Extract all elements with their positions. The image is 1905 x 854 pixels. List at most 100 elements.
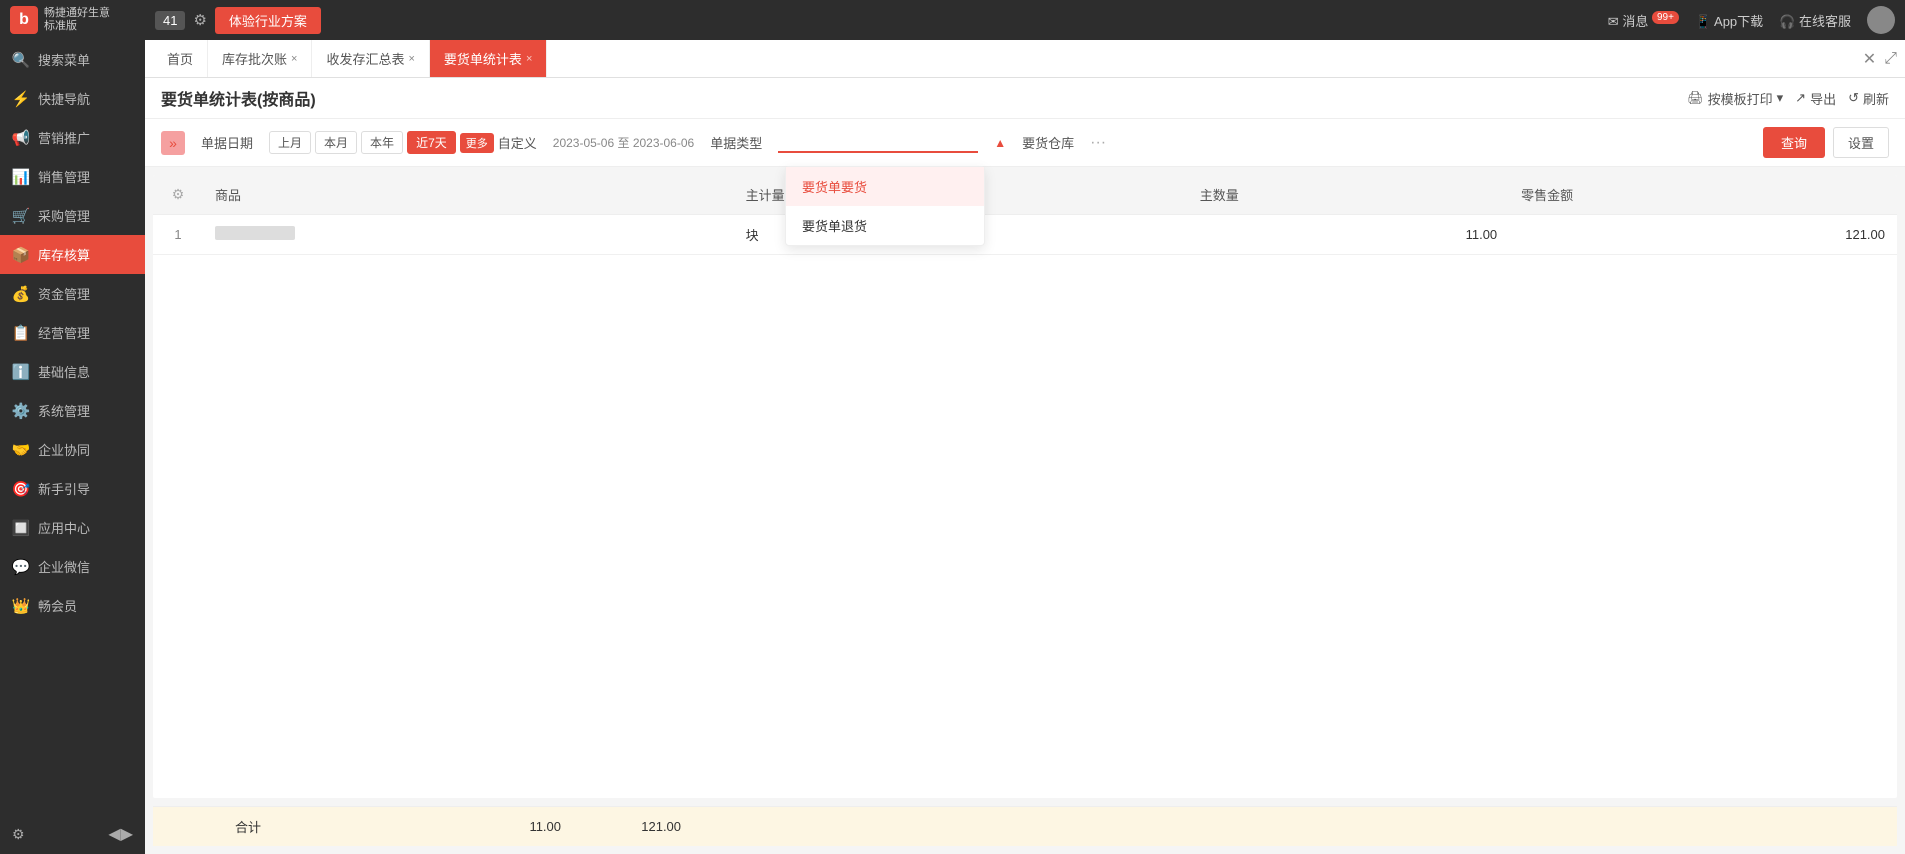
gear-icon: ⚙️	[12, 402, 30, 420]
sidebar-item-sales[interactable]: 📊 销售管理	[0, 157, 145, 196]
setting-button[interactable]: 设置	[1833, 127, 1889, 158]
dropdown-option-1[interactable]: 要货单退货	[786, 206, 984, 245]
tab-close-icon[interactable]: ×	[291, 53, 297, 65]
column-settings-icon[interactable]: ⚙	[172, 186, 185, 202]
sidebar-item-guide[interactable]: 🎯 新手引导	[0, 469, 145, 508]
table-footer: 合计 11.00 121.00	[153, 806, 1897, 846]
date-btn-last-month[interactable]: 上月	[269, 131, 311, 154]
sidebar-item-enterprise[interactable]: 🤝 企业协同	[0, 430, 145, 469]
topbar-center: 41 ⚙ 体验行业方案	[155, 7, 1608, 34]
export-btn[interactable]: ↗ 导出	[1795, 89, 1836, 108]
td-amount: 121.00	[1509, 215, 1897, 255]
grid-icon: 🔲	[12, 519, 30, 537]
app-download-label: App下载	[1714, 14, 1763, 29]
tab-expand-icon[interactable]: ⤢	[1884, 50, 1897, 68]
footer-total-label: 合计	[165, 817, 261, 836]
topbar: b 畅捷通好生意 标准版 41 ⚙ 体验行业方案 ✉ 消息 99+ 📱 App下…	[0, 0, 1905, 40]
table-body: 1 块 11.00 121.00	[153, 215, 1897, 255]
sidebar-item-inventory[interactable]: 📦 库存核算	[0, 235, 145, 274]
refresh-btn[interactable]: ↺ 刷新	[1848, 89, 1889, 108]
refresh-label: 刷新	[1863, 89, 1889, 108]
main-layout: 🔍 搜索菜单 ⚡ 快捷导航 📢 营销推广 📊 销售管理 🛒 采购管理 📦 库存核…	[0, 40, 1905, 854]
date-btn-7days[interactable]: 近7天	[407, 131, 456, 154]
tab-order-stats[interactable]: 要货单统计表 ×	[430, 40, 547, 77]
date-btn-this-month[interactable]: 本月	[315, 131, 357, 154]
tab-close-icon[interactable]: ×	[408, 53, 414, 65]
target-icon: 🎯	[12, 480, 30, 498]
sidebar-bottom: ⚙ ◀▶	[0, 814, 145, 854]
th-quantity: 主数量	[1188, 175, 1509, 215]
sidebar-item-label: 应用中心	[38, 518, 90, 537]
warehouse-more-btn[interactable]: ···	[1090, 134, 1106, 152]
flash-icon: ⚡	[12, 90, 30, 108]
dropdown-option-0[interactable]: 要货单要货	[786, 167, 984, 206]
product-cell-blur	[215, 226, 295, 240]
table-header: ⚙ 商品 主计量单位 主数量 零售金额	[153, 175, 1897, 215]
filter-expand-button[interactable]: »	[161, 131, 185, 155]
type-dropdown-arrow[interactable]: ▲	[994, 136, 1006, 150]
app-download-btn[interactable]: 📱 App下载	[1695, 11, 1763, 30]
wechat-icon: 💬	[12, 558, 30, 576]
search-icon: 🔍	[12, 51, 30, 69]
online-service-btn[interactable]: 🎧 在线客服	[1779, 11, 1851, 30]
chart-icon: 📊	[12, 168, 30, 186]
notification-area[interactable]: ✉ 消息 99+	[1608, 11, 1679, 30]
handshake-icon: 🤝	[12, 441, 30, 459]
chevron-down-icon: ▾	[1777, 90, 1784, 106]
sidebar-item-wechat[interactable]: 💬 企业微信	[0, 547, 145, 586]
clipboard-icon: 📋	[12, 324, 30, 342]
td-index: 1	[153, 215, 203, 255]
refresh-icon: ↺	[1848, 90, 1859, 106]
page-header-actions: 🖨 按模板打印 ▾ ↗ 导出 ↺ 刷新	[1687, 89, 1889, 108]
sidebar-item-label: 畅会员	[38, 596, 77, 615]
notification-label: 消息	[1622, 14, 1648, 29]
sidebar-item-members[interactable]: 👑 畅会员	[0, 586, 145, 625]
sidebar-item-system[interactable]: ⚙️ 系统管理	[0, 391, 145, 430]
sidebar-item-purchase[interactable]: 🛒 采购管理	[0, 196, 145, 235]
sidebar-item-label: 采购管理	[38, 206, 90, 225]
type-dropdown-menu: 要货单要货 要货单退货	[785, 166, 985, 246]
filter-action-buttons: 查询 设置	[1763, 127, 1889, 158]
sidebar-item-search[interactable]: 🔍 搜索菜单	[0, 40, 145, 79]
td-quantity: 11.00	[1188, 215, 1509, 255]
table-row: 1 块 11.00 121.00	[153, 215, 1897, 255]
tab-bar-actions: ✕ ⤢	[1863, 49, 1897, 69]
tab-inventory-batch[interactable]: 库存批次账 ×	[208, 40, 312, 77]
tab-home[interactable]: 首页	[153, 40, 208, 77]
message-icon: ✉	[1608, 14, 1619, 29]
th-amount: 零售金额	[1509, 175, 1897, 215]
sidebar-item-label: 系统管理	[38, 401, 90, 420]
th-settings: ⚙	[153, 175, 203, 215]
tab-label: 库存批次账	[222, 49, 287, 68]
sidebar-item-operations[interactable]: 📋 经营管理	[0, 313, 145, 352]
tab-receive-summary[interactable]: 收发存汇总表 ×	[312, 40, 429, 77]
sidebar-collapse-button[interactable]: ◀▶	[108, 824, 133, 844]
sidebar-item-quicknav[interactable]: ⚡ 快捷导航	[0, 79, 145, 118]
headset-icon: 🎧	[1779, 14, 1795, 29]
export-icon: ↗	[1795, 90, 1806, 106]
more-dates-badge[interactable]: 更多	[460, 133, 494, 153]
tab-close-all-icon[interactable]: ✕	[1863, 49, 1876, 69]
sidebar-item-basicinfo[interactable]: ℹ️ 基础信息	[0, 352, 145, 391]
footer-amount: 121.00	[561, 819, 681, 834]
type-filter-input[interactable]	[778, 132, 978, 153]
box-icon: 📦	[12, 246, 30, 264]
date-range-display: 2023-05-06 至 2023-06-06	[553, 134, 694, 151]
settings-gear-icon[interactable]: ⚙	[193, 11, 206, 29]
type-filter-label: 单据类型	[710, 133, 762, 152]
table-container: ⚙ 商品 主计量单位 主数量 零售金额 1	[153, 175, 1897, 798]
sidebar-item-marketing[interactable]: 📢 营销推广	[0, 118, 145, 157]
bottom-gear-icon[interactable]: ⚙	[12, 826, 25, 843]
date-filter-group: 上月 本月 本年 近7天 更多 自定义	[269, 131, 537, 154]
tab-label: 收发存汇总表	[326, 49, 404, 68]
sidebar-item-appcenter[interactable]: 🔲 应用中心	[0, 508, 145, 547]
tab-close-icon[interactable]: ×	[526, 53, 532, 65]
print-template-btn[interactable]: 🖨 按模板打印 ▾	[1687, 89, 1783, 108]
th-product: 商品	[203, 175, 734, 215]
date-btn-this-year[interactable]: 本年	[361, 131, 403, 154]
trial-button[interactable]: 体验行业方案	[215, 7, 321, 34]
filter-bar: » 单据日期 上月 本月 本年 近7天 更多 自定义 2023-05-06 至 …	[145, 119, 1905, 167]
query-button[interactable]: 查询	[1763, 127, 1825, 158]
avatar[interactable]	[1867, 6, 1895, 34]
sidebar-item-finance[interactable]: 💰 资金管理	[0, 274, 145, 313]
